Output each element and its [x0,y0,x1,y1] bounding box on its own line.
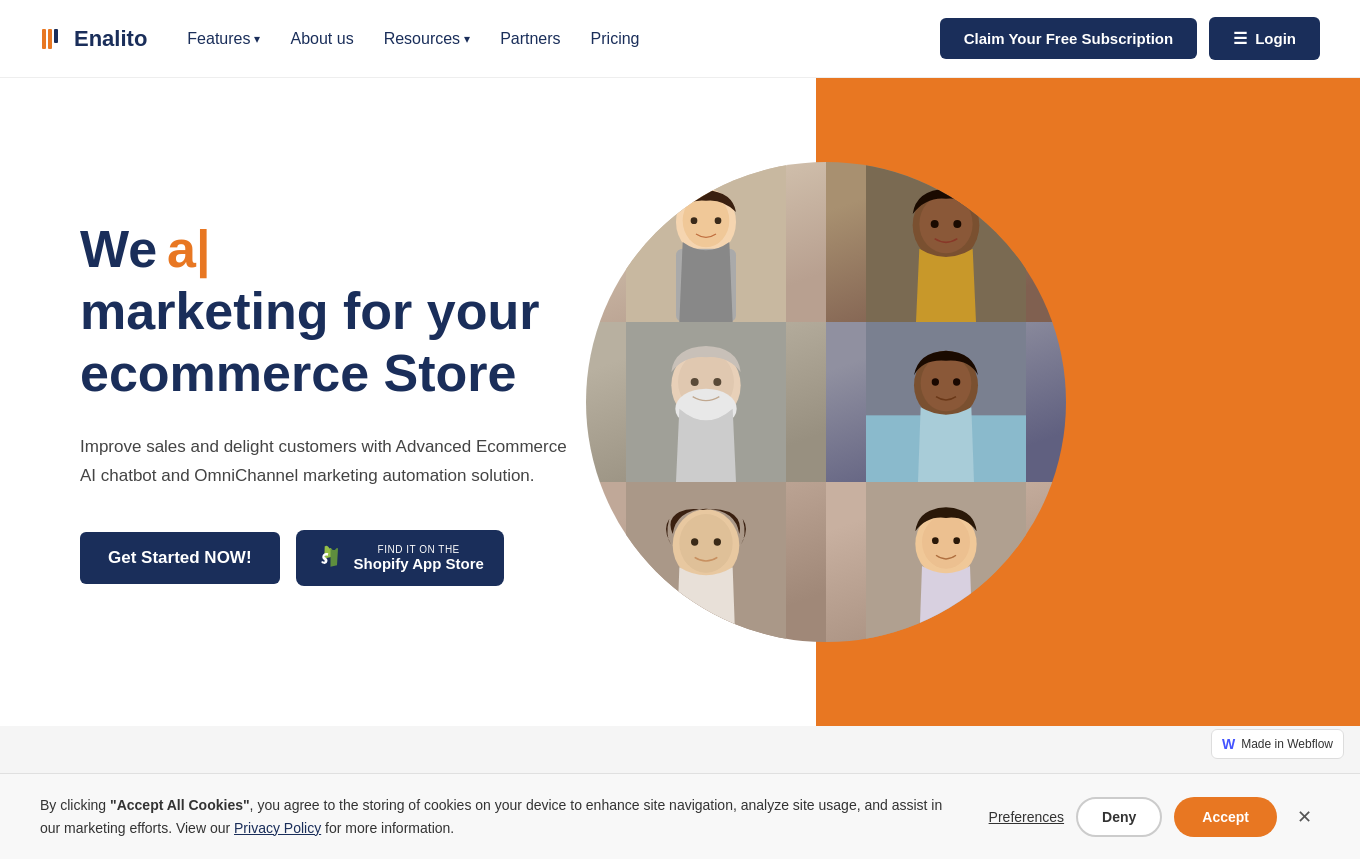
nav-pricing[interactable]: Pricing [591,30,640,48]
svg-point-11 [919,195,972,254]
hamburger-icon: ☰ [1233,29,1247,48]
nav-features[interactable]: Features ▾ [187,30,260,48]
svg-point-30 [714,538,721,545]
shopify-icon [316,544,344,572]
navbar-left: Enalito Features ▾ About us Resources ▾ … [40,25,640,53]
nav-resources[interactable]: Resources ▾ [384,30,470,48]
claim-subscription-button[interactable]: Claim Your Free Subscription [940,18,1198,59]
nav-partners[interactable]: Partners [500,30,560,48]
deny-button[interactable]: Deny [1076,797,1162,837]
resources-chevron-icon: ▾ [464,32,470,46]
logo[interactable]: Enalito [40,25,147,53]
svg-rect-2 [54,29,58,43]
svg-point-28 [679,514,732,573]
login-button[interactable]: ☰ Login [1209,17,1320,60]
webflow-badge: W Made in Webflow [1211,729,1344,759]
svg-point-33 [922,515,970,568]
svg-point-8 [715,217,722,224]
logo-text: Enalito [74,26,147,52]
svg-point-25 [953,378,960,385]
shopify-app-store-button[interactable]: FIND IT ON THE Shopify App Store [296,530,504,586]
nav-links: Features ▾ About us Resources ▾ Partners… [187,30,639,48]
hero-highlight: a| [167,218,210,280]
accept-button[interactable]: Accept [1174,797,1277,837]
svg-point-12 [931,220,939,228]
svg-point-24 [932,378,939,385]
logo-icon [40,25,68,53]
photo-3 [586,322,826,482]
features-chevron-icon: ▾ [254,32,260,46]
hero-description: Improve sales and delight customers with… [80,433,580,491]
photo-6 [826,482,1066,642]
privacy-policy-link[interactable]: Privacy Policy [234,820,321,836]
svg-point-35 [953,537,960,544]
svg-point-34 [932,537,939,544]
photo-2 [826,162,1066,322]
navbar-right: Claim Your Free Subscription ☰ Login [940,17,1320,60]
photo-collage [586,162,1066,642]
webflow-icon: W [1222,736,1235,752]
svg-point-19 [713,378,721,386]
preferences-button[interactable]: Preferences [989,809,1064,825]
svg-point-7 [691,217,698,224]
svg-rect-1 [48,29,52,49]
navbar: Enalito Features ▾ About us Resources ▾ … [0,0,1360,78]
svg-rect-0 [42,29,46,49]
hero-section: We a| marketing for your ecommerce Store… [0,78,1360,726]
svg-point-18 [691,378,699,386]
svg-point-13 [953,220,961,228]
cookie-banner: By clicking "Accept All Cookies", you ag… [0,773,1360,859]
hero-right [816,78,1360,726]
nav-about[interactable]: About us [290,30,353,48]
cookie-text: By clicking "Accept All Cookies", you ag… [40,794,949,839]
shopify-btn-text: FIND IT ON THE Shopify App Store [354,544,484,572]
photo-4 [826,322,1066,482]
cookie-actions: Preferences Deny Accept ✕ [989,797,1320,837]
cookie-close-button[interactable]: ✕ [1289,802,1320,832]
get-started-button[interactable]: Get Started NOW! [80,532,280,584]
svg-point-23 [921,355,972,411]
svg-point-29 [691,538,698,545]
